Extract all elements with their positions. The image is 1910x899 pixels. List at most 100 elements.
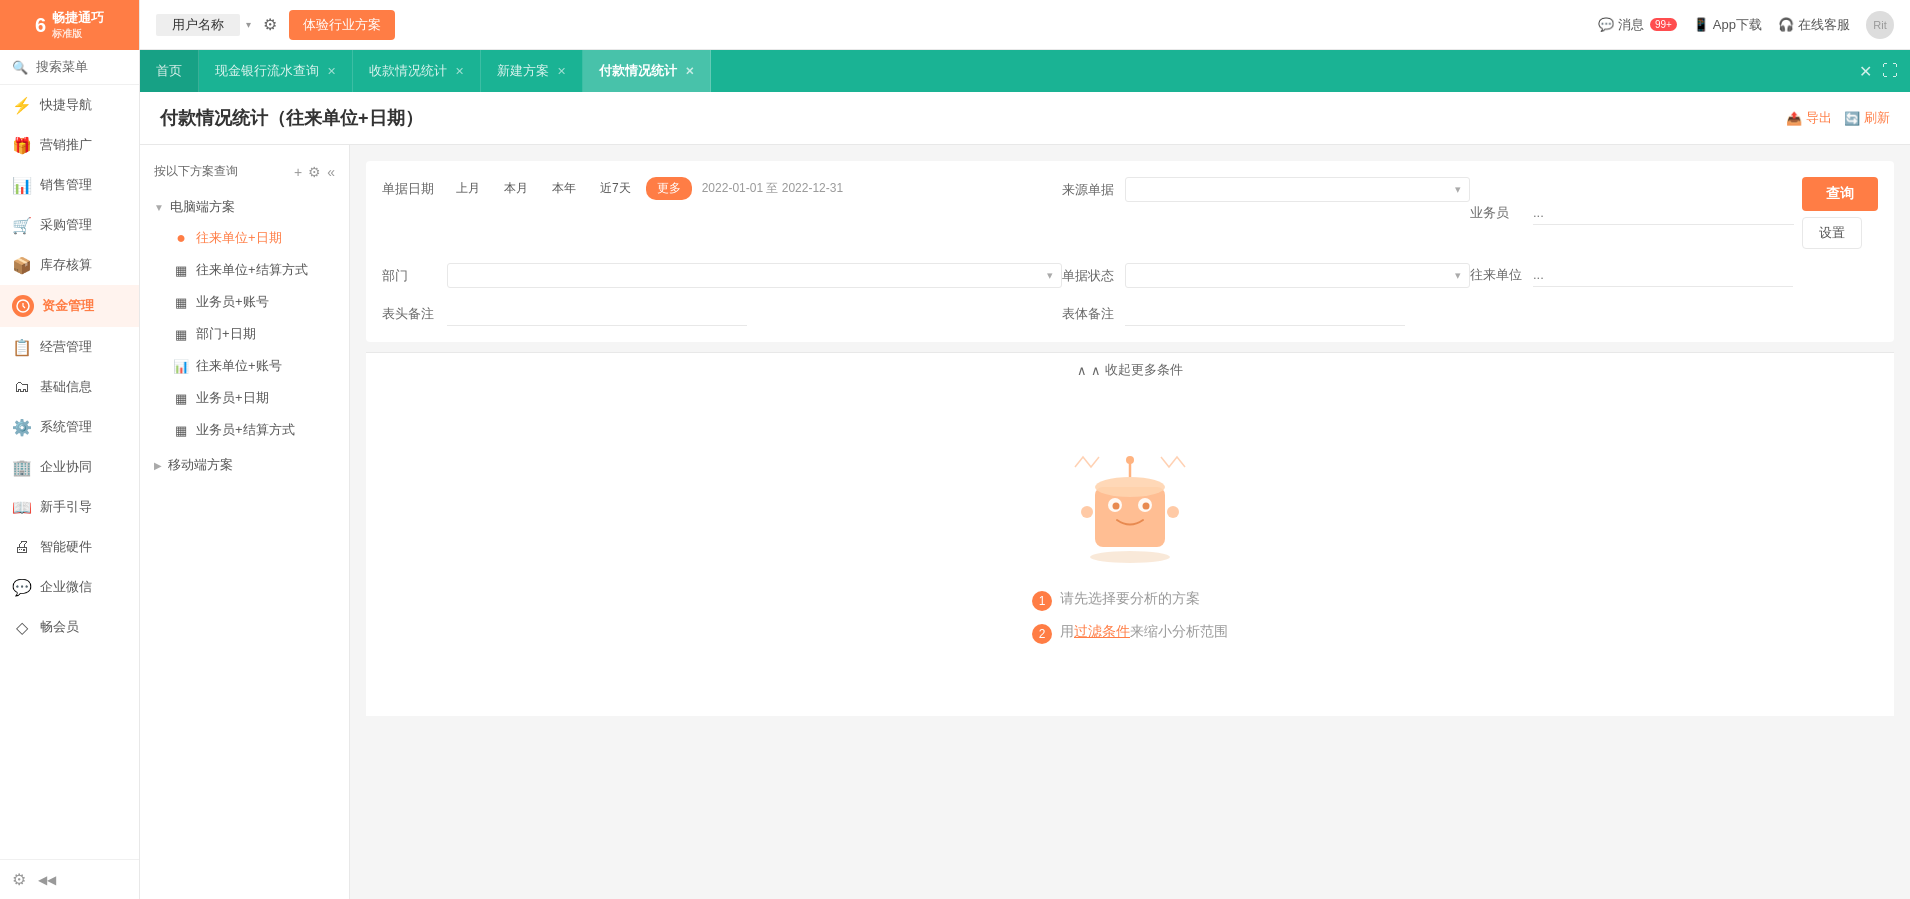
avatar[interactable]: Rit (1866, 11, 1894, 39)
app-download-label: App下载 (1713, 16, 1762, 34)
app-download-button[interactable]: 📱 App下载 (1693, 16, 1762, 34)
scheme-item-unit-date[interactable]: ● 往来单位+日期 (140, 222, 349, 254)
sidebar-item-finance[interactable]: 资金管理 (0, 285, 139, 327)
tab-bar-right: ✕ ⛶ (1847, 50, 1910, 92)
query-button[interactable]: 查询 (1802, 177, 1878, 211)
footer-settings-icon[interactable]: ⚙ (12, 870, 26, 889)
tab-close-all-icon[interactable]: ✕ (1859, 62, 1872, 81)
unit-label: 往来单位 (1470, 266, 1525, 284)
body-note-input[interactable] (1125, 302, 1405, 326)
status-select[interactable]: ▾ (1125, 263, 1470, 288)
sidebar-search-label: 搜索菜单 (36, 58, 88, 76)
sidebar-logo: 6 畅捷通巧 标准版 (0, 0, 139, 50)
scheme-item-staff-date[interactable]: ▦ 业务员+日期 (140, 382, 349, 414)
refresh-icon: 🔄 (1844, 111, 1860, 126)
cashflow-tab-close-icon[interactable]: ✕ (327, 65, 336, 78)
scheme-item-staff-settle[interactable]: ▦ 业务员+结算方式 (140, 414, 349, 446)
panel-collapse-icon[interactable]: « (327, 164, 335, 180)
sidebar-item-sales[interactable]: 📊 销售管理 (0, 165, 139, 205)
dept-label: 部门 (382, 267, 437, 285)
desktop-group-header[interactable]: ▼ 电脑端方案 (140, 192, 349, 222)
sidebar-item-label: 资金管理 (42, 297, 94, 315)
logo-text: 畅捷通巧 (52, 9, 104, 27)
tab-new-scheme[interactable]: 新建方案 ✕ (481, 50, 583, 92)
trial-button[interactable]: 体验行业方案 (289, 10, 395, 40)
source-label: 来源单据 (1062, 181, 1117, 199)
sidebar-item-inventory[interactable]: 📦 库存核算 (0, 245, 139, 285)
scheme-item-unit-account[interactable]: 📊 往来单位+账号 (140, 350, 349, 382)
action-buttons: 查询 设置 (1802, 177, 1878, 249)
dept-select[interactable]: ▾ (447, 263, 1062, 288)
user-area: 用户名称 ▾ (156, 14, 251, 36)
filter-status-item: 单据状态 ▾ (1062, 263, 1470, 288)
refresh-button[interactable]: 🔄 刷新 (1844, 109, 1890, 127)
filter-unit-item: 往来单位 (1470, 263, 1878, 287)
tab-cashflow[interactable]: 现金银行流水查询 ✕ (199, 50, 353, 92)
sidebar-item-wechat[interactable]: 💬 企业微信 (0, 567, 139, 607)
panel-add-icon[interactable]: + (294, 164, 302, 180)
mobile-group-header[interactable]: ▶ 移动端方案 (140, 450, 349, 480)
sidebar-item-search[interactable]: 🔍 搜索菜单 (0, 50, 139, 85)
home-tab-label: 首页 (156, 62, 182, 80)
sidebar-item-basic[interactable]: 🗂 基础信息 (0, 367, 139, 407)
sidebar-item-hardware[interactable]: 🖨 智能硬件 (0, 527, 139, 567)
filter-dept-item: 部门 ▾ (382, 263, 1062, 288)
scheme-item-dept-date[interactable]: ▦ 部门+日期 (140, 318, 349, 350)
scheme-icon: ▦ (172, 421, 190, 439)
sidebar-item-quicknav[interactable]: ⚡ 快捷导航 (0, 85, 139, 125)
status-arrow-icon: ▾ (1455, 269, 1461, 282)
receipt-tab-close-icon[interactable]: ✕ (455, 65, 464, 78)
date-tag-7days[interactable]: 近7天 (591, 177, 640, 200)
payment-tab-label: 付款情况统计 (599, 62, 677, 80)
unit-input[interactable] (1533, 263, 1793, 287)
sidebar-item-label: 系统管理 (40, 418, 92, 436)
scheme-item-unit-settle[interactable]: ▦ 往来单位+结算方式 (140, 254, 349, 286)
footer-collapse-icon[interactable]: ◀◀ (38, 873, 56, 887)
sidebar-item-label: 快捷导航 (40, 96, 92, 114)
date-tag-lastmonth[interactable]: 上月 (447, 177, 489, 200)
payment-tab-close-icon[interactable]: ✕ (685, 65, 694, 78)
header-actions: 💬 消息 99+ 📱 App下载 🎧 在线客服 Rit (1598, 11, 1894, 39)
tab-home[interactable]: 首页 (140, 50, 199, 92)
user-chevron-icon[interactable]: ▾ (246, 19, 251, 30)
scheme-item-staff-account[interactable]: ▦ 业务员+账号 (140, 286, 349, 318)
collapse-up-icon: ∧ ∧ (1077, 363, 1101, 378)
sidebar-item-operation[interactable]: 📋 经营管理 (0, 327, 139, 367)
sidebar-item-system[interactable]: ⚙️ 系统管理 (0, 407, 139, 447)
tab-payment[interactable]: 付款情况统计 ✕ (583, 50, 711, 92)
status-label: 单据状态 (1062, 267, 1117, 285)
settings-button[interactable]: 设置 (1802, 217, 1862, 249)
sidebar-item-enterprise[interactable]: 🏢 企业协同 (0, 447, 139, 487)
step-2-highlight[interactable]: 过滤条件 (1074, 623, 1130, 639)
svg-point-10 (1081, 506, 1093, 518)
source-select[interactable]: ▾ (1125, 177, 1470, 202)
sidebar-item-label: 新手引导 (40, 498, 92, 516)
sidebar-item-label: 经营管理 (40, 338, 92, 356)
new-scheme-tab-close-icon[interactable]: ✕ (557, 65, 566, 78)
date-range-text: 2022-01-01 至 2022-12-31 (702, 180, 843, 197)
tab-receipt[interactable]: 收款情况统计 ✕ (353, 50, 481, 92)
collapse-bar[interactable]: ∧ ∧ 收起更多条件 (366, 352, 1894, 387)
sidebar-item-marketing[interactable]: 🎁 营销推广 (0, 125, 139, 165)
scheme-item-label: 业务员+账号 (196, 293, 269, 311)
notification-badge: 99+ (1650, 18, 1677, 31)
header-note-input[interactable] (447, 302, 747, 326)
online-service-button[interactable]: 🎧 在线客服 (1778, 16, 1850, 34)
notification-icon: 💬 (1598, 17, 1614, 32)
tab-expand-icon[interactable]: ⛶ (1882, 62, 1898, 80)
sidebar-item-label: 库存核算 (40, 256, 92, 274)
sidebar-item-guide[interactable]: 📖 新手引导 (0, 487, 139, 527)
staff-label: 业务员 (1470, 204, 1525, 222)
date-tag-thismonth[interactable]: 本月 (495, 177, 537, 200)
export-button[interactable]: 📤 导出 (1786, 109, 1832, 127)
notification-button[interactable]: 💬 消息 99+ (1598, 16, 1677, 34)
staff-input[interactable] (1533, 201, 1794, 225)
panel-settings-icon[interactable]: ⚙ (308, 164, 321, 180)
date-tag-thisyear[interactable]: 本年 (543, 177, 585, 200)
date-tag-more[interactable]: 更多 (646, 177, 692, 200)
sidebar-item-member[interactable]: ◇ 畅会员 (0, 607, 139, 647)
sidebar-item-purchase[interactable]: 🛒 采购管理 (0, 205, 139, 245)
group-arrow-icon: ▼ (154, 202, 164, 213)
header-settings-icon[interactable]: ⚙ (263, 15, 277, 34)
desktop-group-label: 电脑端方案 (170, 198, 235, 216)
